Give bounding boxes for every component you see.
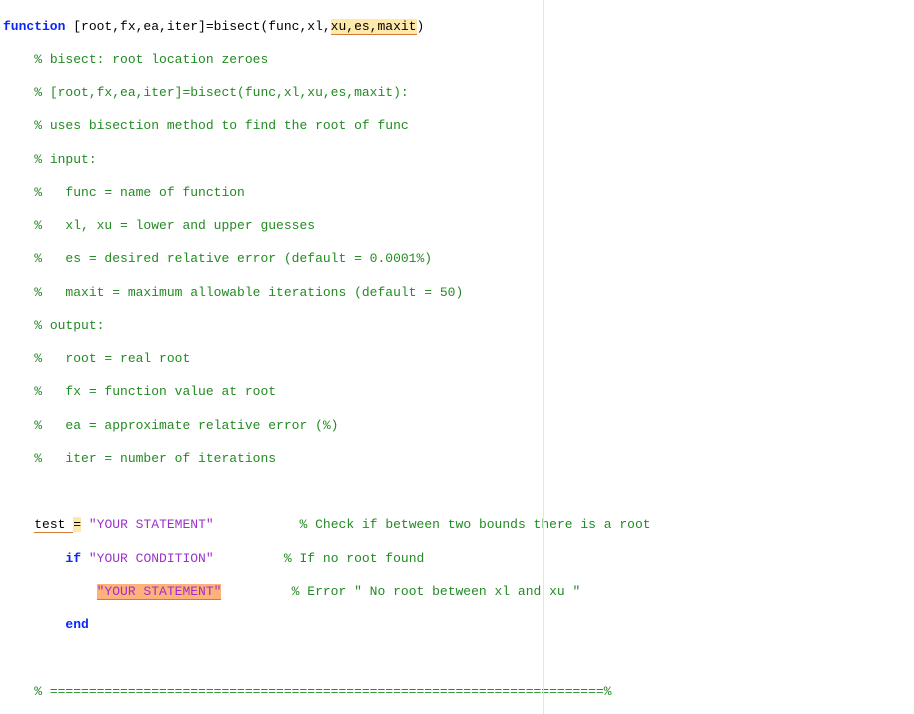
code-line: % fx = function value at root: [3, 384, 911, 401]
comment: % bisect: root location zeroes: [34, 52, 268, 67]
code-line: % func = name of function: [3, 185, 911, 202]
signature-pre: [root,fx,ea,iter]=bisect(func,xl,: [65, 19, 330, 34]
code-line: % xl, xu = lower and upper guesses: [3, 218, 911, 235]
comment: % es = desired relative error (default =…: [34, 251, 432, 266]
code-line: % maxit = maximum allowable iterations (…: [3, 285, 911, 302]
code-line: [3, 650, 911, 667]
code-line: % output:: [3, 318, 911, 335]
code-line: % bisect: root location zeroes: [3, 52, 911, 69]
code-line: % root = real root: [3, 351, 911, 368]
code-line: test = "YOUR STATEMENT" % Check if betwe…: [3, 517, 911, 534]
comment: % func = name of function: [34, 185, 245, 200]
code-line: % ======================================…: [3, 684, 911, 701]
code-line: % [root,fx,ea,iter]=bisect(func,xl,xu,es…: [3, 85, 911, 102]
code-line: % es = desired relative error (default =…: [3, 251, 911, 268]
code-line: [3, 484, 911, 501]
comment: % xl, xu = lower and upper guesses: [34, 218, 315, 233]
comment: % If no root found: [284, 551, 424, 566]
code-line: % iter = number of iterations: [3, 451, 911, 468]
signature-post: ): [417, 19, 425, 34]
code-line: function [root,fx,ea,iter]=bisect(func,x…: [3, 19, 911, 36]
comment: % root = real root: [34, 351, 190, 366]
code-line: if "YOUR CONDITION" % If no root found: [3, 551, 911, 568]
var-test: test: [34, 517, 73, 533]
code-line: end: [3, 617, 911, 634]
comment: % output:: [34, 318, 104, 333]
code-line: % input:: [3, 152, 911, 169]
code-line: % uses bisection method to find the root…: [3, 118, 911, 135]
keyword-end: end: [65, 617, 88, 632]
string-placeholder-warn: "YOUR STATEMENT": [97, 584, 222, 600]
string-placeholder: "YOUR CONDITION": [89, 551, 214, 566]
code-line: % ea = approximate relative error (%): [3, 418, 911, 435]
equals-warn: =: [73, 517, 81, 532]
keyword-function: function: [3, 19, 65, 34]
signature-warn-args: xu,es,maxit: [331, 19, 417, 35]
comment: % iter = number of iterations: [34, 451, 276, 466]
comment-separator: % ======================================…: [34, 684, 611, 699]
comment: % Check if between two bounds there is a…: [300, 517, 651, 532]
comment: % Error " No root between xl and xu ": [292, 584, 581, 599]
comment: % input:: [34, 152, 96, 167]
code-line: "YOUR STATEMENT" % Error " No root betwe…: [3, 584, 911, 601]
comment: % maxit = maximum allowable iterations (…: [34, 285, 463, 300]
comment: % fx = function value at root: [34, 384, 276, 399]
code-editor[interactable]: function [root,fx,ea,iter]=bisect(func,x…: [0, 0, 914, 714]
string-placeholder: "YOUR STATEMENT": [89, 517, 214, 532]
comment: % uses bisection method to find the root…: [34, 118, 408, 133]
keyword-if: if: [65, 551, 81, 566]
comment: % [root,fx,ea,iter]=bisect(func,xl,xu,es…: [34, 85, 408, 100]
comment: % ea = approximate relative error (%): [34, 418, 338, 433]
